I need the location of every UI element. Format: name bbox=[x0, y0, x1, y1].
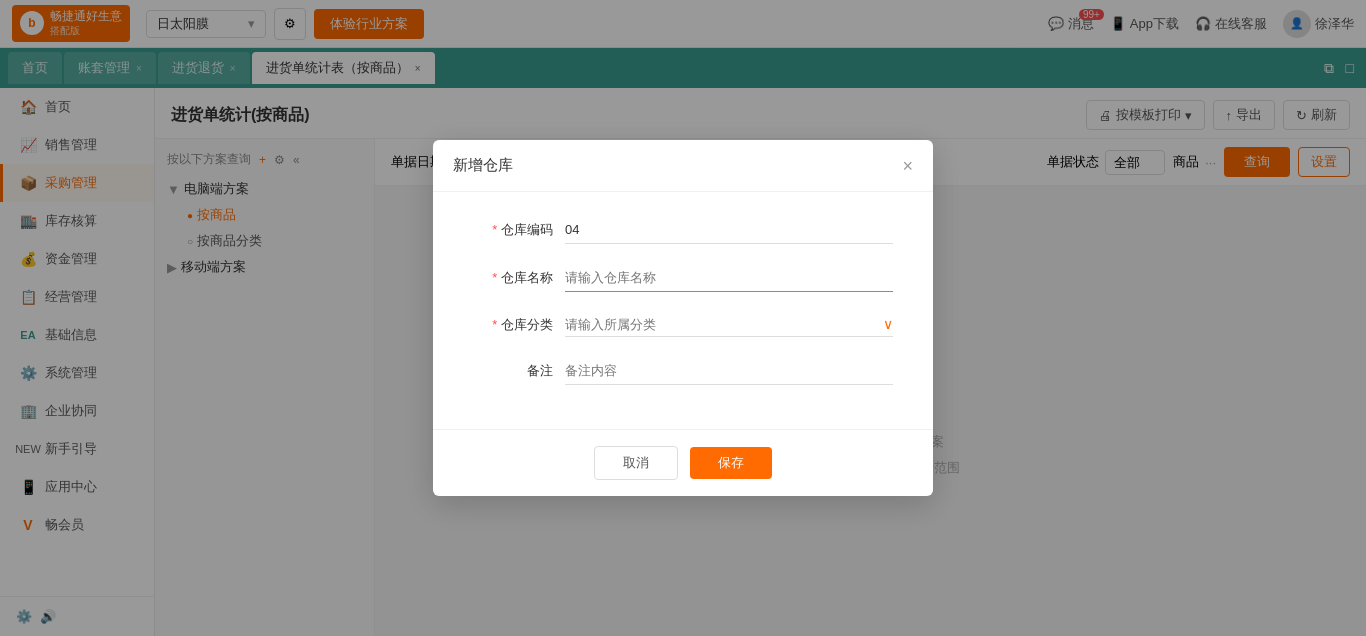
required-star-code: * bbox=[492, 222, 497, 237]
warehouse-code-label: * 仓库编码 bbox=[473, 221, 553, 239]
add-warehouse-modal: 新增仓库 × * 仓库编码 * 仓库名称 bbox=[433, 140, 933, 496]
modal-header: 新增仓库 × bbox=[433, 140, 933, 192]
warehouse-name-row: * 仓库名称 bbox=[473, 264, 893, 292]
modal-footer: 取消 保存 bbox=[433, 429, 933, 496]
warehouse-category-row: * 仓库分类 ∨ bbox=[473, 312, 893, 337]
modal-close-button[interactable]: × bbox=[902, 157, 913, 175]
warehouse-code-row: * 仓库编码 bbox=[473, 216, 893, 244]
warehouse-category-label: * 仓库分类 bbox=[473, 316, 553, 334]
required-star-name: * bbox=[492, 270, 497, 285]
warehouse-category-wrap: ∨ bbox=[565, 312, 893, 337]
required-star-category: * bbox=[492, 317, 497, 332]
modal-body: * 仓库编码 * 仓库名称 * 仓库分类 bbox=[433, 192, 933, 429]
category-chevron-icon: ∨ bbox=[883, 316, 893, 332]
warehouse-category-input[interactable] bbox=[565, 317, 883, 332]
warehouse-name-label: * 仓库名称 bbox=[473, 269, 553, 287]
modal-title: 新增仓库 bbox=[453, 156, 513, 175]
warehouse-name-input[interactable] bbox=[565, 264, 893, 292]
save-button[interactable]: 保存 bbox=[690, 447, 772, 479]
warehouse-remark-label: 备注 bbox=[473, 362, 553, 380]
modal-overlay[interactable]: 新增仓库 × * 仓库编码 * 仓库名称 bbox=[0, 0, 1366, 636]
warehouse-remark-input[interactable] bbox=[565, 357, 893, 385]
warehouse-remark-row: 备注 bbox=[473, 357, 893, 385]
warehouse-code-input[interactable] bbox=[565, 216, 893, 244]
cancel-button[interactable]: 取消 bbox=[594, 446, 678, 480]
